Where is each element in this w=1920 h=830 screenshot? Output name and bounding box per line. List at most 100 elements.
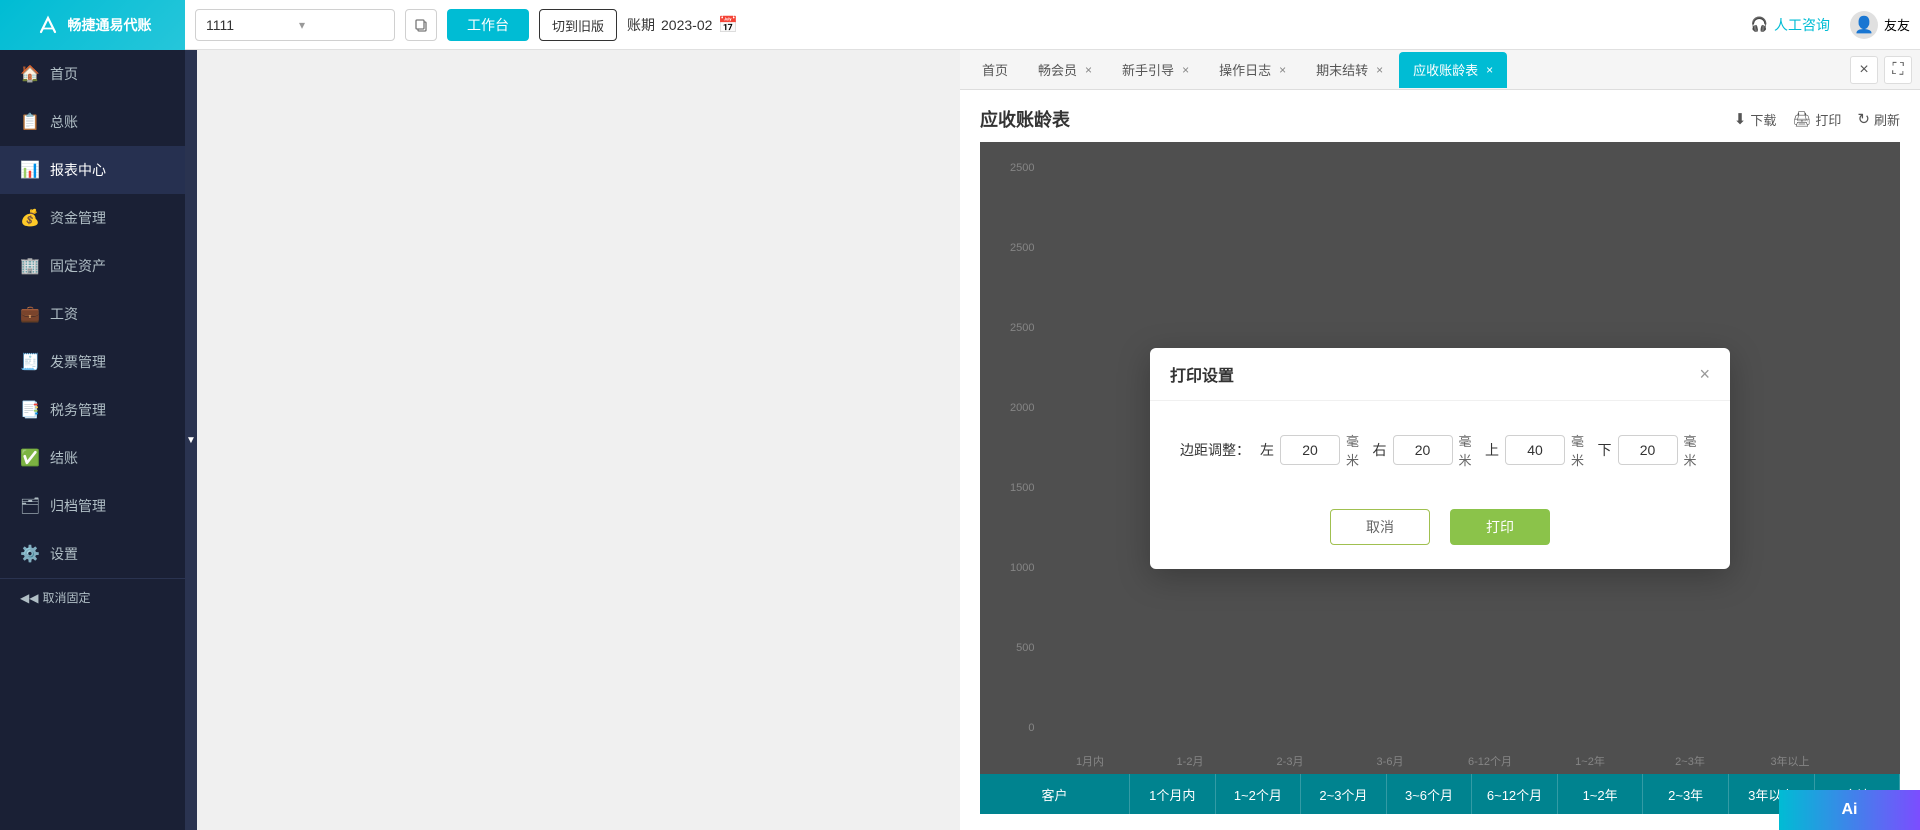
refresh-button[interactable]: ↻ 刷新 [1857, 110, 1900, 129]
user-name: 友友 [1884, 15, 1910, 34]
bottom-table-header: 客户 1个月内 1~2个月 2~3个月 3~6个月 6~12个月 1~2年 2~… [980, 774, 1900, 814]
sidebar-label-ledger: 总账 [50, 112, 78, 132]
col-1-2month: 1~2个月 [1216, 774, 1302, 814]
tab-period-end-close-icon[interactable]: × [1376, 64, 1383, 76]
settings-icon: ⚙️ [20, 544, 40, 564]
sidebar-label-archive: 归档管理 [50, 496, 106, 516]
sidebar-item-invoice[interactable]: 🧾 发票管理 [0, 338, 185, 386]
margin-top-group: 上 毫米 [1485, 431, 1588, 469]
main-layout: 🏠 首页 📋 总账 📊 报表中心 💰 资金管理 🏢 固定资产 💼 工资 [0, 50, 1920, 830]
sidebar-item-close[interactable]: ✅ 结账 [0, 434, 185, 482]
sidebar-item-tax[interactable]: 📑 税务管理 [0, 386, 185, 434]
sidebar-label-reports: 报表中心 [50, 160, 106, 180]
confirm-print-button[interactable]: 打印 [1450, 509, 1550, 545]
avatar-icon: 👤 [1854, 15, 1874, 35]
sidebar-item-home[interactable]: 🏠 首页 [0, 50, 185, 98]
sidebar-label-payroll: 工资 [50, 304, 78, 324]
dialog-header: 打印设置 × [1150, 348, 1730, 401]
reports-icon: 📊 [20, 160, 40, 180]
payroll-icon: 💼 [20, 304, 40, 324]
tab-guide-close-icon[interactable]: × [1182, 64, 1189, 76]
headset-icon: 🎧 [1751, 16, 1768, 33]
page-content: 应收账龄表 ⬇ 下载 🖨 打印 ↻ 刷新 [960, 90, 1920, 830]
col-2-3year: 2~3年 [1643, 774, 1729, 814]
funds-icon: 💰 [20, 208, 40, 228]
print-button[interactable]: 🖨 打印 [1792, 110, 1841, 129]
dialog-body: 边距调整： 左 毫米 右 毫米 [1150, 401, 1730, 499]
copy-button[interactable] [405, 9, 437, 41]
left-unit-label: 毫米 [1346, 431, 1363, 469]
print-label: 打印 [1815, 110, 1841, 129]
archive-icon: 🗂 [20, 496, 40, 516]
top-header: 畅捷通易代账 1111 ▾ 工作台 切到旧版 账期 2023-02 📅 🎧 人工… [0, 0, 1920, 50]
margin-right-group: 右 毫米 [1373, 431, 1476, 469]
margin-top-input[interactable] [1505, 435, 1565, 465]
sidebar-label-assets: 固定资产 [50, 256, 106, 276]
sidebar-item-settings[interactable]: ⚙️ 设置 [0, 530, 185, 578]
col-2-3month: 2~3个月 [1301, 774, 1387, 814]
sidebar: 🏠 首页 📋 总账 📊 报表中心 💰 资金管理 🏢 固定资产 💼 工资 [0, 50, 185, 830]
refresh-label: 刷新 [1874, 110, 1900, 129]
margin-right-input[interactable] [1393, 435, 1453, 465]
tab-log-label: 操作日志 [1219, 60, 1271, 79]
tab-guide-label: 新手引导 [1122, 60, 1174, 79]
margin-left-input[interactable] [1280, 435, 1340, 465]
user-area[interactable]: 👤 友友 [1850, 11, 1910, 39]
sidebar-label-close: 结账 [50, 448, 78, 468]
workbench-button[interactable]: 工作台 [447, 9, 529, 41]
tab-member[interactable]: 畅会员 × [1024, 52, 1106, 88]
tab-log-close-icon[interactable]: × [1279, 64, 1286, 76]
bottom-unit-label: 毫米 [1684, 431, 1701, 469]
cancel-button[interactable]: 取消 [1330, 509, 1430, 545]
close-all-tabs-button[interactable]: × [1850, 56, 1878, 84]
tab-ar-aging-close-icon[interactable]: × [1486, 64, 1493, 76]
sidebar-item-ledger[interactable]: 📋 总账 [0, 98, 185, 146]
pin-icon: ◀◀ [20, 591, 38, 605]
tab-ar-aging[interactable]: 应收账龄表 × [1399, 52, 1507, 88]
tab-period-end[interactable]: 期末结转 × [1302, 52, 1397, 88]
close-account-icon: ✅ [20, 448, 40, 468]
home-icon: 🏠 [20, 64, 40, 84]
col-customer: 客户 [980, 774, 1130, 814]
ai-assistant-bar[interactable]: Ai [1779, 790, 1920, 830]
sidebar-item-reports[interactable]: 📊 报表中心 [0, 146, 185, 194]
tab-log[interactable]: 操作日志 × [1205, 52, 1300, 88]
tab-guide[interactable]: 新手引导 × [1108, 52, 1203, 88]
bottom-direction-label: 下 [1598, 440, 1612, 460]
margin-left-group: 左 毫米 [1260, 431, 1363, 469]
tax-icon: 📑 [20, 400, 40, 420]
consult-button[interactable]: 🎧 人工咨询 [1751, 15, 1830, 35]
tab-actions: × ⛶ [1850, 56, 1912, 84]
page-inner: 应收账龄表 ⬇ 下载 🖨 打印 ↻ 刷新 [960, 90, 1920, 830]
sidebar-item-assets[interactable]: 🏢 固定资产 [0, 242, 185, 290]
dialog-close-button[interactable]: × [1699, 365, 1710, 383]
margin-label: 边距调整： [1180, 440, 1250, 460]
switch-version-button[interactable]: 切到旧版 [539, 9, 617, 41]
page-title: 应收账龄表 [980, 106, 1070, 132]
tab-home[interactable]: 首页 [968, 52, 1022, 88]
download-button[interactable]: ⬇ 下载 [1734, 110, 1777, 129]
sidebar-item-payroll[interactable]: 💼 工资 [0, 290, 185, 338]
company-selector[interactable]: 1111 ▾ [195, 9, 395, 41]
col-6-12month: 6~12个月 [1472, 774, 1558, 814]
top-direction-label: 上 [1485, 440, 1499, 460]
tab-member-close-icon[interactable]: × [1085, 64, 1092, 76]
sidebar-scroll[interactable]: ▼ [185, 50, 197, 830]
calendar-icon[interactable]: 📅 [718, 15, 738, 35]
page-toolbar: 应收账龄表 ⬇ 下载 🖨 打印 ↻ 刷新 [980, 106, 1900, 132]
logo: 畅捷通易代账 [0, 0, 185, 50]
content-area: 首页 畅会员 × 新手引导 × 操作日志 × 期末结转 × 应收账龄表 × [960, 50, 1920, 830]
tab-ar-aging-label: 应收账龄表 [1413, 60, 1478, 79]
sidebar-item-archive[interactable]: 🗂 归档管理 [0, 482, 185, 530]
copy-icon [413, 17, 429, 33]
sidebar-item-funds[interactable]: 💰 资金管理 [0, 194, 185, 242]
fullscreen-button[interactable]: ⛶ [1884, 56, 1912, 84]
invoice-icon: 🧾 [20, 352, 40, 372]
user-avatar: 👤 [1850, 11, 1878, 39]
margin-bottom-input[interactable] [1618, 435, 1678, 465]
ai-bar-label: Ai [1842, 801, 1858, 819]
col-1month: 1个月内 [1130, 774, 1216, 814]
print-icon: 🖨 [1792, 110, 1811, 128]
sidebar-collapse-button[interactable]: ◀◀ 取消固定 [0, 578, 185, 616]
collapse-label: 取消固定 [42, 589, 90, 606]
